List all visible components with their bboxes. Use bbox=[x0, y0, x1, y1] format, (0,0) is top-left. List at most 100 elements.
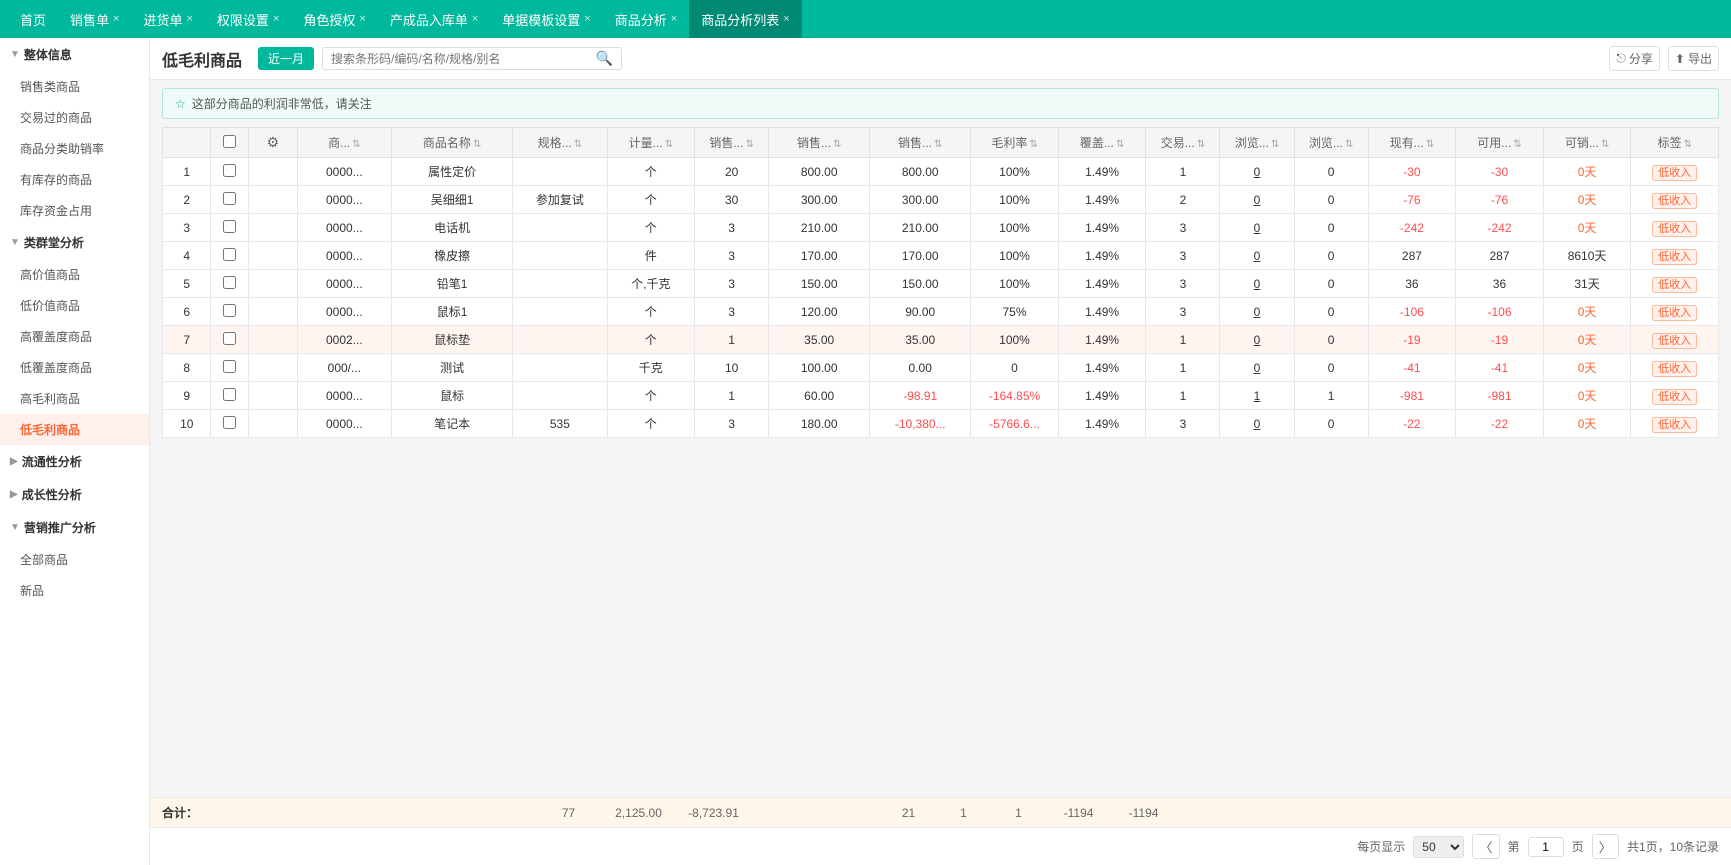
nav-item-permissions[interactable]: 权限设置 × bbox=[205, 0, 291, 38]
col-header-spec[interactable]: 规格...⇅ bbox=[513, 128, 607, 158]
row-code: 0000... bbox=[297, 410, 391, 438]
col-header-saleable[interactable]: 可销...⇅ bbox=[1543, 128, 1631, 158]
sidebar-item-all-products[interactable]: 全部商品 bbox=[0, 544, 149, 575]
col-header-available[interactable]: 可用...⇅ bbox=[1456, 128, 1544, 158]
col-header-unit[interactable]: 计量...⇅ bbox=[607, 128, 695, 158]
sidebar-section-growth[interactable]: ▶ 成长性分析 bbox=[0, 478, 149, 511]
sidebar-item-sales-products[interactable]: 销售类商品 bbox=[0, 71, 149, 102]
row-code: 0000... bbox=[297, 382, 391, 410]
sidebar-item-low-value[interactable]: 低价值商品 bbox=[0, 290, 149, 321]
sidebar-item-low-coverage[interactable]: 低覆盖度商品 bbox=[0, 352, 149, 383]
row-checkbox[interactable] bbox=[223, 248, 236, 261]
next-page-button[interactable]: 〉 bbox=[1592, 834, 1619, 859]
page-input[interactable] bbox=[1528, 837, 1564, 857]
sidebar-item-category-rate[interactable]: 商品分类助销率 bbox=[0, 133, 149, 164]
settings-icon[interactable]: ⚙ bbox=[267, 134, 280, 150]
browse1-link[interactable]: 0 bbox=[1254, 361, 1261, 375]
chevron-down-icon: ▼ bbox=[10, 237, 20, 248]
col-header-coverage[interactable]: 覆盖...⇅ bbox=[1058, 128, 1146, 158]
date-filter-button[interactable]: 近一月 bbox=[258, 47, 314, 70]
row-name: 吴细细1 bbox=[391, 186, 512, 214]
search-icon[interactable]: 🔍 bbox=[596, 50, 613, 67]
browse1-link[interactable]: 0 bbox=[1254, 221, 1261, 235]
row-unit: 件 bbox=[607, 242, 695, 270]
nav-item-roles[interactable]: 角色授权 × bbox=[291, 0, 377, 38]
close-icon[interactable]: × bbox=[273, 13, 279, 25]
browse1-link[interactable]: 0 bbox=[1254, 193, 1261, 207]
row-checkbox[interactable] bbox=[223, 388, 236, 401]
sidebar-item-high-value[interactable]: 高价值商品 bbox=[0, 259, 149, 290]
row-tag: 低收入 bbox=[1631, 214, 1719, 242]
sidebar-item-high-margin[interactable]: 高毛利商品 bbox=[0, 383, 149, 414]
sidebar-section-overall[interactable]: ▼ 整体信息 bbox=[0, 38, 149, 71]
sidebar-item-in-stock[interactable]: 有库存的商品 bbox=[0, 164, 149, 195]
row-sales-qty: 1 bbox=[695, 326, 769, 354]
col-header-tag[interactable]: 标签⇅ bbox=[1631, 128, 1719, 158]
row-checkbox[interactable] bbox=[223, 164, 236, 177]
row-checkbox[interactable] bbox=[223, 332, 236, 345]
close-icon[interactable]: × bbox=[584, 13, 590, 25]
data-table: ⚙ 商...⇅ 商品名称⇅ 规格...⇅ 计量...⇅ 销售...⇅ 销售...… bbox=[162, 127, 1719, 438]
row-settings-cell bbox=[249, 242, 297, 270]
row-sales-price: 180.00 bbox=[769, 410, 870, 438]
row-checkbox[interactable] bbox=[223, 192, 236, 205]
row-browse1: 0 bbox=[1220, 326, 1294, 354]
row-checkbox[interactable] bbox=[223, 276, 236, 289]
col-header-sales-profit[interactable]: 销售...⇅ bbox=[870, 128, 971, 158]
browse1-link[interactable]: 1 bbox=[1254, 389, 1261, 403]
nav-item-template[interactable]: 单据模板设置 × bbox=[490, 0, 602, 38]
row-saleable: 0天 bbox=[1543, 410, 1631, 438]
col-header-sales-price[interactable]: 销售...⇅ bbox=[769, 128, 870, 158]
close-icon[interactable]: × bbox=[359, 13, 365, 25]
row-tag: 低收入 bbox=[1631, 354, 1719, 382]
browse1-link[interactable]: 0 bbox=[1254, 333, 1261, 347]
sidebar-section-marketing[interactable]: ▼ 营销推广分析 bbox=[0, 511, 149, 544]
sidebar-item-stock-fund[interactable]: 库存资金占用 bbox=[0, 195, 149, 226]
close-icon[interactable]: × bbox=[671, 13, 677, 25]
close-icon[interactable]: × bbox=[186, 13, 192, 25]
row-checkbox[interactable] bbox=[223, 416, 236, 429]
prev-page-button[interactable]: 〈 bbox=[1472, 834, 1499, 859]
col-header-browse1[interactable]: 浏览...⇅ bbox=[1220, 128, 1294, 158]
nav-item-sales[interactable]: 销售单 × bbox=[58, 0, 131, 38]
sidebar-section-cluster[interactable]: ▼ 类群堂分析 bbox=[0, 226, 149, 259]
row-unit: 个 bbox=[607, 326, 695, 354]
sidebar-item-traded-products[interactable]: 交易过的商品 bbox=[0, 102, 149, 133]
browse1-link[interactable]: 0 bbox=[1254, 249, 1261, 263]
nav-item-purchase[interactable]: 进货单 × bbox=[131, 0, 204, 38]
row-checkbox[interactable] bbox=[223, 220, 236, 233]
export-button[interactable]: ⬆ 导出 bbox=[1668, 46, 1719, 71]
share-button[interactable]: ⎋ 分享 bbox=[1609, 46, 1660, 71]
export-icon: ⬆ bbox=[1675, 52, 1685, 66]
sidebar-item-low-margin[interactable]: 低毛利商品 bbox=[0, 414, 149, 445]
sidebar-section-circulation[interactable]: ▶ 流通性分析 bbox=[0, 445, 149, 478]
nav-item-product-analysis[interactable]: 商品分析 × bbox=[603, 0, 689, 38]
col-header-name[interactable]: 商品名称⇅ bbox=[391, 128, 512, 158]
search-input[interactable] bbox=[331, 52, 596, 66]
row-name: 橡皮擦 bbox=[391, 242, 512, 270]
nav-item-finished-goods[interactable]: 产成品入库单 × bbox=[378, 0, 490, 38]
col-header-code[interactable]: 商...⇅ bbox=[297, 128, 391, 158]
page-size-select[interactable]: 50 100 200 bbox=[1413, 836, 1464, 858]
close-icon[interactable]: × bbox=[472, 13, 478, 25]
sidebar-item-new-products[interactable]: 新品 bbox=[0, 575, 149, 606]
nav-item-home[interactable]: 首页 bbox=[8, 0, 58, 38]
browse1-link[interactable]: 0 bbox=[1254, 165, 1261, 179]
col-header-stock[interactable]: 现有...⇅ bbox=[1368, 128, 1456, 158]
chevron-right-icon: ▶ bbox=[10, 489, 18, 500]
col-header-sales-qty[interactable]: 销售...⇅ bbox=[695, 128, 769, 158]
sidebar-item-high-coverage[interactable]: 高覆盖度商品 bbox=[0, 321, 149, 352]
row-spec bbox=[513, 326, 607, 354]
browse1-link[interactable]: 0 bbox=[1254, 417, 1261, 431]
col-header-gross-rate[interactable]: 毛利率⇅ bbox=[971, 128, 1059, 158]
close-icon[interactable]: × bbox=[113, 13, 119, 25]
row-checkbox[interactable] bbox=[223, 304, 236, 317]
row-checkbox[interactable] bbox=[223, 360, 236, 373]
select-all-checkbox[interactable] bbox=[223, 135, 236, 148]
browse1-link[interactable]: 0 bbox=[1254, 305, 1261, 319]
browse1-link[interactable]: 0 bbox=[1254, 277, 1261, 291]
col-header-browse2[interactable]: 浏览...⇅ bbox=[1294, 128, 1368, 158]
col-header-transactions[interactable]: 交易...⇅ bbox=[1146, 128, 1220, 158]
nav-item-analysis-list[interactable]: 商品分析列表 × bbox=[689, 0, 801, 38]
close-icon[interactable]: × bbox=[783, 13, 789, 25]
